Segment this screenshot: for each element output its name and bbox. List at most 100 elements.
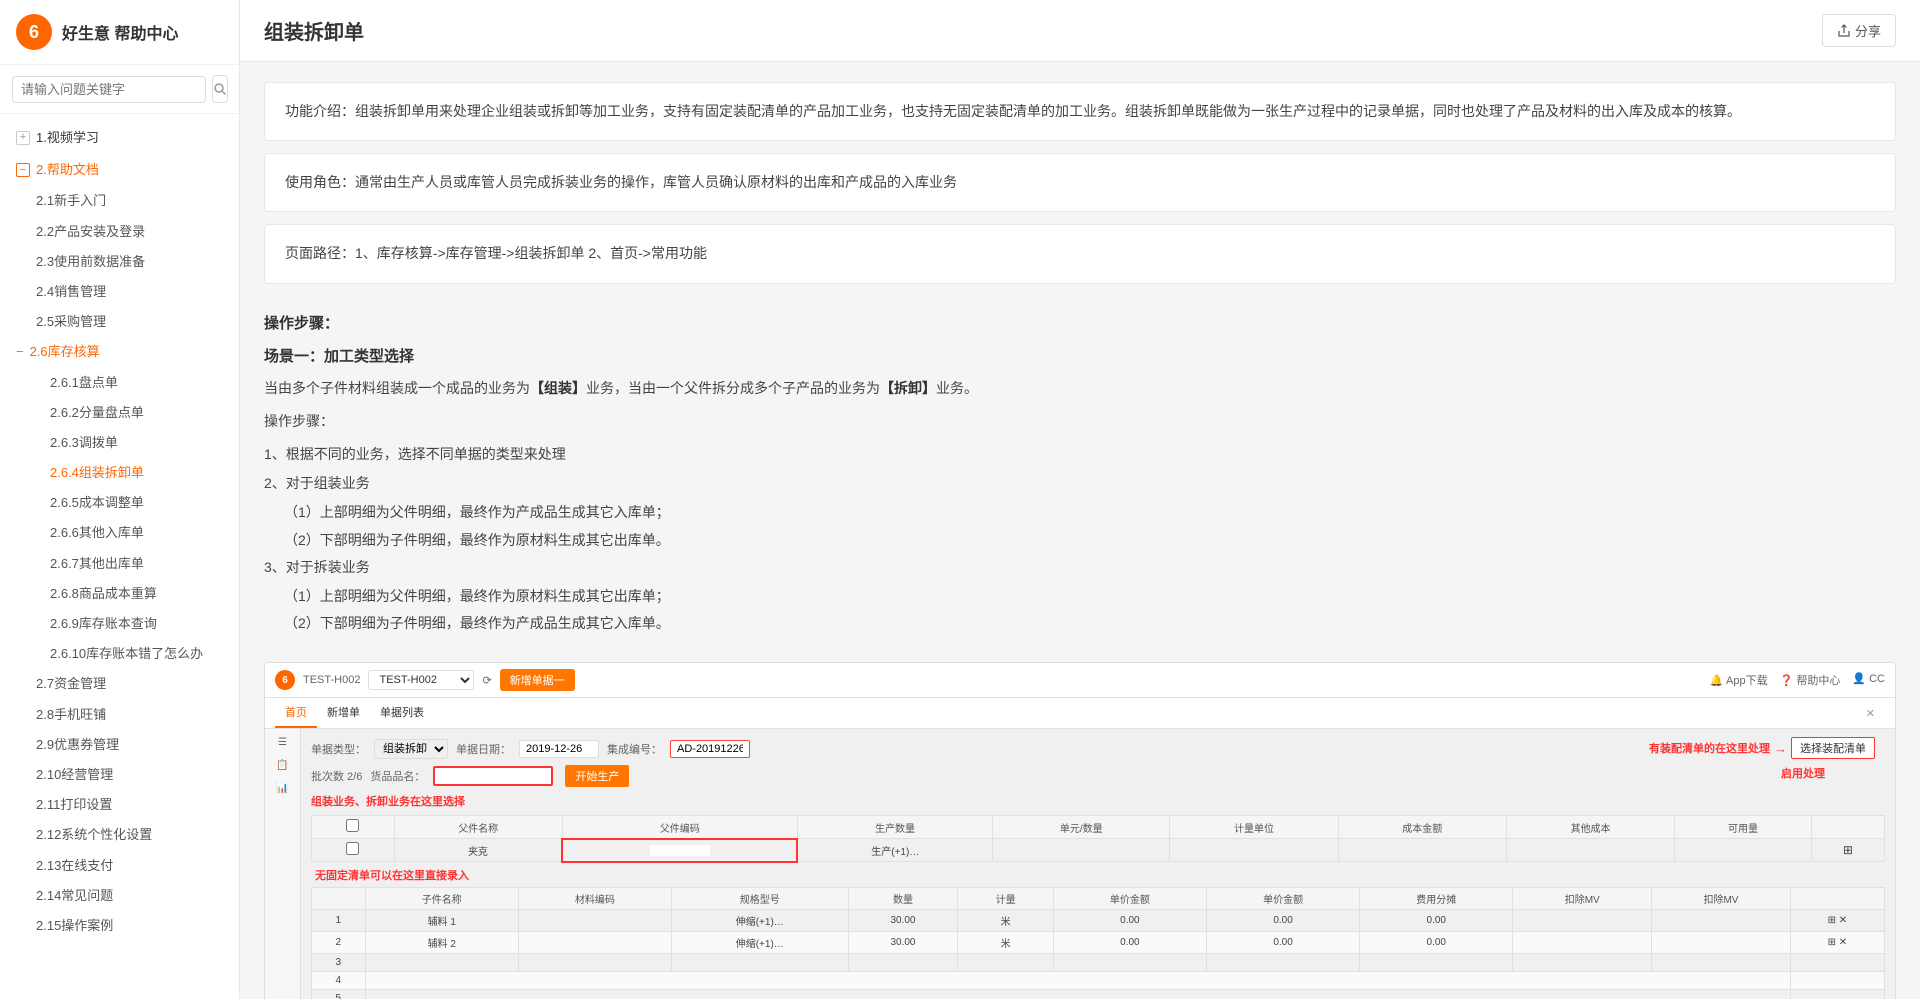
ss-new-btn[interactable]: 新增单据一 [500,669,575,691]
ss-btd-alloc2: 0.00 [1360,931,1513,953]
sidebar-item-payment[interactable]: 2.13在线支付 [0,851,239,881]
ss-annotation3-text: 启用处理 [1781,765,1825,781]
share-icon [1837,24,1851,38]
sidebar-item-other-out[interactable]: 2.6.7其他出库单 [0,549,239,579]
ss-user-icon: 👤 CC [1852,672,1885,688]
sidebar: 6 好生意 帮助中心 + 1.视频学习 − 2.帮助文档 2.1新手入门 2.2… [0,0,240,999]
ss-pcode-input[interactable] [650,845,710,856]
ss-type-label: 单据类型： [311,741,366,757]
sidebar-item-partial-count[interactable]: 2.6.2分量盘点单 [0,398,239,428]
step3-1: （1）上部明细为父件明细，最终作为原材料生成其它出库单； [264,584,1896,609]
step2-1: （1）上部明细为父件明细，最终作为产成品生成其它入库单； [264,500,1896,525]
ss-btd-cb3: 3 [312,953,366,971]
ss-btd-uom2: 米 [958,931,1053,953]
ss-expand-icon[interactable]: ⊞ [1843,843,1853,857]
sidebar-item-purchase[interactable]: 2.5采购管理 [0,307,239,337]
ss-company: TEST-H002 [303,674,360,686]
intro-block: 功能介绍：组装拆卸单用来处理企业组装或拆卸等加工业务，支持有固定装配清单的产品加… [264,82,1896,141]
ss-btd-act1: ⊞ ✕ [1790,909,1884,931]
ss-no-input[interactable] [670,740,750,758]
ss-btd-alloc1: 0.00 [1360,909,1513,931]
ss-top-table: 父件名称 父件编码 生产数量 单元/数量 计量单位 成本金额 其他成本 可用量 [311,815,1885,863]
ss-btd-mv2-3 [1652,953,1791,971]
sidebar-item-faq[interactable]: 2.14常见问题 [0,881,239,911]
share-button[interactable]: 分享 [1822,14,1896,47]
ss-btd-qty2: 30.00 [848,931,958,953]
ss-annotation1-text: 有装配清单的在这里处理 [1649,740,1770,756]
table-row: 4 [312,971,1885,989]
ss-copy-icon2[interactable]: ⊞ [1828,937,1836,948]
sidebar-item-cost-recalc[interactable]: 2.6.8商品成本重算 [0,579,239,609]
scene1-title: 场景一：加工类型选择 [264,345,1896,366]
ss-th-other-cost: 其他成本 [1506,816,1674,839]
ss-nav-new[interactable]: 新增单 [317,698,370,728]
ss-btd-cb5: 5 [312,989,366,999]
ss-form-area: 单据类型： 组装拆卸 单据日期： 集成编号： 有装配清单的在这里处理 [301,729,1895,999]
sidebar-item-inventory[interactable]: − 2.6库存核算 [0,337,239,367]
ss-bell-icon: 🔔 App下载 [1710,672,1768,688]
role-block: 使用角色：通常由生产人员或库管人员完成拆装业务的操作，库管人员确认原材料的出库和… [264,153,1896,212]
ss-nav-list[interactable]: 单据列表 [370,698,434,728]
search-box [0,65,239,114]
search-button[interactable] [212,75,228,103]
search-input[interactable] [12,76,206,103]
sidebar-item-video[interactable]: + 1.视频学习 [0,122,239,154]
ss-btn-select-template[interactable]: 选择装配清单 [1791,737,1875,759]
ss-company-select[interactable]: TEST-H002 [368,670,474,690]
ss-btd-cn1: 辅料 1 [365,909,518,931]
sidebar-item-transfer[interactable]: 2.6.3调拨单 [0,428,239,458]
ss-btd-empty5 [365,989,1790,999]
ss-sidebar-icon2: 📋 [276,760,288,771]
ss-btd-cb2: 2 [312,931,366,953]
ss-bth-act [1790,887,1884,909]
ss-logo-icon: 6 [275,670,295,690]
ss-gap [311,793,1885,811]
ss-select-all[interactable] [346,819,359,832]
ss-copy-icon[interactable]: ⊞ [1828,915,1836,926]
ss-btd-act5 [1790,989,1884,999]
table-row: 3 [312,953,1885,971]
ss-bth-alloc: 费用分摊 [1360,887,1513,909]
table-row: 夹克 生产(+1)… [312,839,1885,862]
ss-close-btn[interactable]: ✕ [1856,701,1885,726]
sidebar-item-stock-count[interactable]: 2.6.1盘点单 [0,368,239,398]
ss-sidebar-icon3: 📊 [276,783,288,794]
main-content-area: 组装拆卸单 分享 功能介绍：组装拆卸单用来处理企业组装或拆卸等加工业务，支持有固… [240,0,1920,999]
step1: 1、根据不同的业务，选择不同单据的类型来处理 [264,442,1896,467]
sidebar-item-mobile[interactable]: 2.8手机旺铺 [0,700,239,730]
sidebar-item-docs[interactable]: − 2.帮助文档 [0,154,239,186]
sidebar-item-coupon[interactable]: 2.9优惠券管理 [0,730,239,760]
ss-type-select[interactable]: 组装拆卸 [374,739,448,759]
sidebar-item-finance[interactable]: 2.7资金管理 [0,669,239,699]
ss-del-icon2[interactable]: ✕ [1839,937,1847,948]
ss-start-btn[interactable]: 开始生产 [565,765,629,787]
ss-refresh-icon: ⟳ [482,674,491,687]
ss-del-icon[interactable]: ✕ [1839,915,1847,926]
sidebar-item-inventory-fix[interactable]: 2.6.10库存账本错了怎么办 [0,639,239,669]
sidebar-item-settings[interactable]: 2.12系统个性化设置 [0,820,239,850]
sidebar-item-cost-adjust[interactable]: 2.6.5成本调整单 [0,488,239,518]
sidebar-item-print[interactable]: 2.11打印设置 [0,790,239,820]
ss-date-input[interactable] [519,740,599,758]
ss-nav-home[interactable]: 首页 [275,698,317,728]
sidebar-item-other-in[interactable]: 2.6.6其他入库单 [0,518,239,548]
sidebar-item-operation[interactable]: 2.10经营管理 [0,760,239,790]
sidebar-item-sales[interactable]: 2.4销售管理 [0,277,239,307]
sidebar-item-assembly[interactable]: 2.6.4组装拆卸单 [0,458,239,488]
sidebar-item-data-prep[interactable]: 2.3使用前数据准备 [0,247,239,277]
sidebar-item-inventory-query[interactable]: 2.6.9库存账本查询 [0,609,239,639]
ss-btd-cb1: 1 [312,909,366,931]
ss-th-qty: 生产数量 [797,816,992,839]
sidebar-item-cases[interactable]: 2.15操作案例 [0,911,239,941]
sidebar-item-install[interactable]: 2.2产品安装及登录 [0,217,239,247]
table-row: 5 [312,989,1885,999]
step2-2: （2）下部明细为子件明细，最终作为原材料生成其它出库单。 [264,528,1896,553]
ss-btd-act3 [1790,953,1884,971]
ss-btd-spec2: 伸缩(+1)… [672,931,848,953]
step3-2: （2）下部明细为子件明细，最终作为产成品生成其它入库单。 [264,611,1896,636]
ss-goods-input[interactable] [433,766,553,786]
sidebar-item-beginner[interactable]: 2.1新手入门 [0,186,239,216]
ss-annotation2-text: 组装业务、拆卸业务在这里选择 [311,793,465,809]
ss-annotation3-area: 启用处理 [1781,765,1825,781]
expand-icon: + [16,131,30,145]
